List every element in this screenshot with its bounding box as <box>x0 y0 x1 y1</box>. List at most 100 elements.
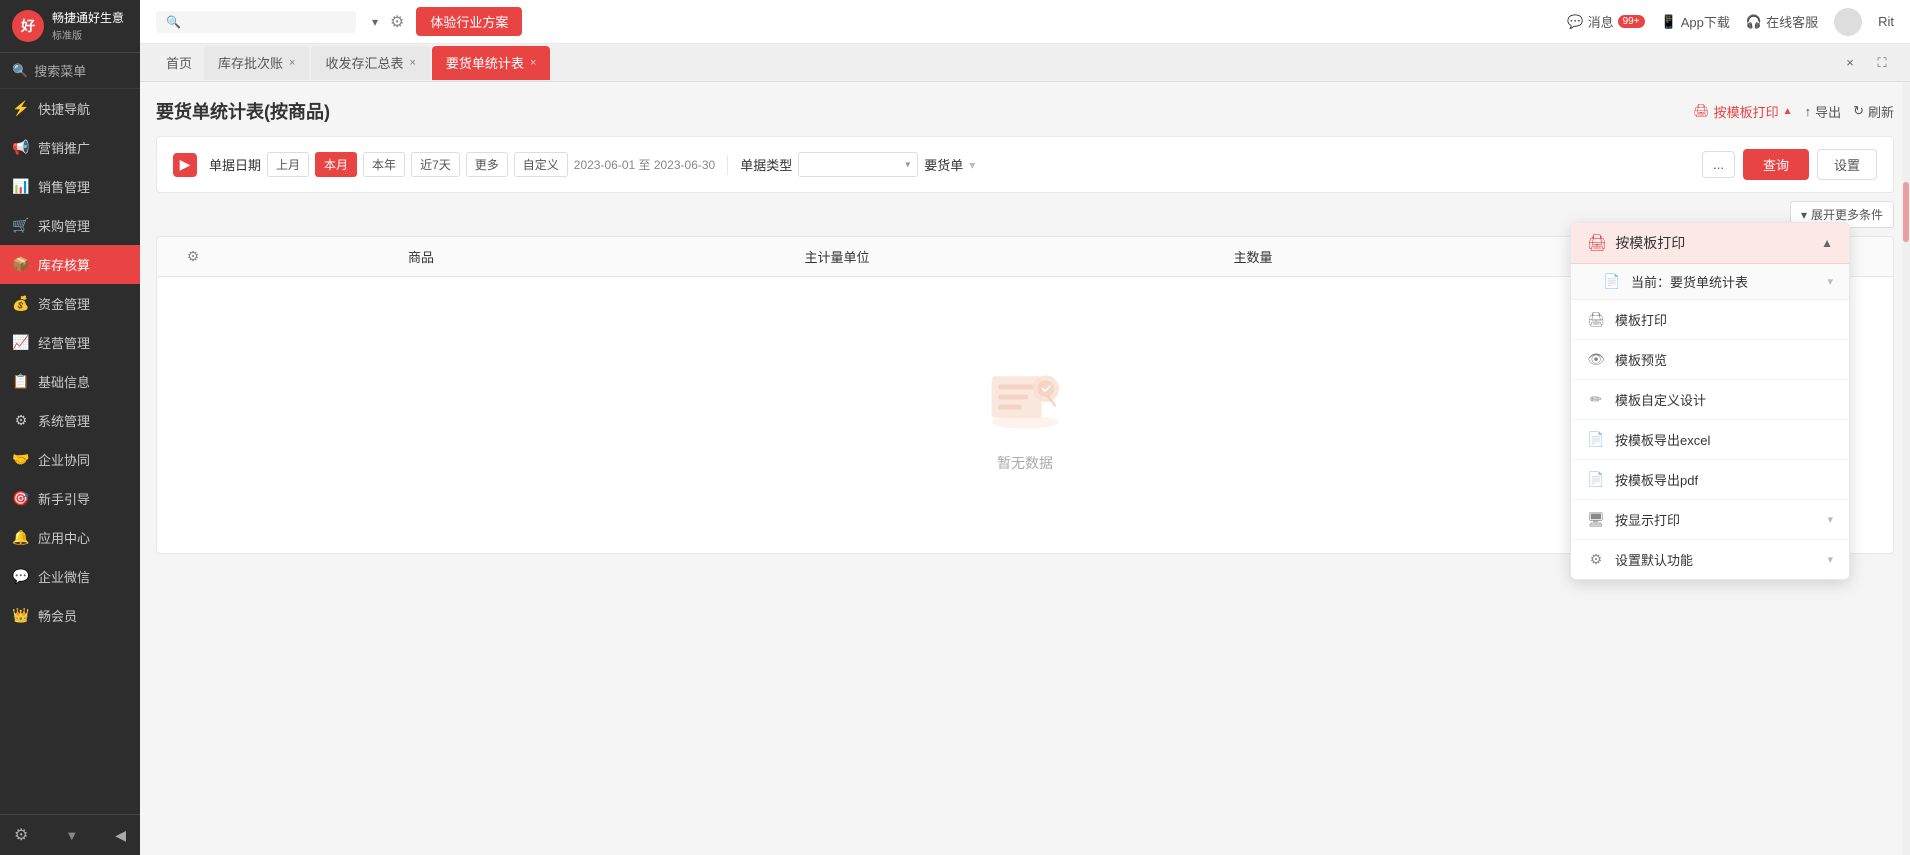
chevron-up-icon: ▲ <box>1783 106 1793 117</box>
app-version: 标准版 <box>52 27 124 42</box>
empty-text: 暂无数据 <box>997 453 1053 473</box>
template-print-label: 按模板打印 <box>1714 102 1779 121</box>
table-column-settings-icon[interactable]: ⚙ <box>183 244 204 268</box>
date-range-display: 2023-06-01 至 2023-06-30 <box>574 156 715 173</box>
sidebar-settings-icon[interactable]: ⚙ <box>14 825 28 845</box>
tab-close-icon[interactable]: × <box>289 57 295 69</box>
inventory-icon: 📦 <box>12 256 30 274</box>
dropdown-item-label: 按显示打印 <box>1615 510 1680 529</box>
date-btn-last-month[interactable]: 上月 <box>267 152 309 177</box>
sidebar-item-label: 企业协同 <box>38 450 90 469</box>
dropdown-item-set-default[interactable]: ⚙ 设置默认功能 ▾ <box>1571 540 1849 579</box>
template-print-dropdown: 🖨 按模板打印 ▲ 📄 当前：要货单统计表 ▾ 🖨 模板打印 👁 模板预览 ✏ … <box>1570 222 1850 580</box>
export-button[interactable]: ↑ 导出 <box>1805 102 1842 121</box>
right-scrollbar[interactable] <box>1902 82 1910 855</box>
sidebar-item-purchase[interactable]: 🛒 采购管理 <box>0 206 140 245</box>
sidebar-item-quick-nav[interactable]: ⚡ 快捷导航 <box>0 89 140 128</box>
system-icon: ⚙ <box>12 412 30 430</box>
date-btn-current-year[interactable]: 本年 <box>363 152 405 177</box>
dropdown-item-export-excel[interactable]: 📄 按模板导出excel <box>1571 420 1849 460</box>
tab-close-icon[interactable]: × <box>409 57 415 69</box>
wechat-icon: 💬 <box>12 568 30 586</box>
tab-inventory-batch[interactable]: 库存批次账 × <box>204 46 309 80</box>
sidebar-item-guide[interactable]: 🎯 新手引导 <box>0 479 140 518</box>
date-btn-more[interactable]: 更多 <box>466 152 508 177</box>
tab-close-all-icon[interactable]: × <box>1838 51 1862 75</box>
tab-label: 要货单统计表 <box>446 53 524 72</box>
topbar-right: 💬 消息 99+ 📱 App下载 🎧 在线客服 Rit <box>1567 8 1894 36</box>
dropdown-item-printer-icon: 🖨 <box>1587 311 1605 328</box>
tab-receipt-summary[interactable]: 收发存汇总表 × <box>311 46 429 80</box>
user-name[interactable]: Rit <box>1878 14 1894 29</box>
sidebar-item-inventory[interactable]: 📦 库存核算 <box>0 245 140 284</box>
sidebar-item-operation[interactable]: 📈 经营管理 <box>0 323 140 362</box>
dropdown-item-display-print[interactable]: 🖥 按显示打印 ▾ <box>1571 500 1849 540</box>
dropdown-item-label: 设置默认功能 <box>1615 550 1693 569</box>
topbar-dropdown[interactable]: ▾ <box>368 15 378 29</box>
app-download-label: App下载 <box>1681 12 1730 31</box>
appstore-icon: 🔔 <box>12 529 30 547</box>
template-print-button[interactable]: 🖨 按模板打印 ▲ <box>1693 102 1792 121</box>
date-btn-current-month[interactable]: 本月 <box>315 152 357 177</box>
dropdown-printer-icon: 🖨 <box>1587 233 1607 253</box>
sidebar-scroll-down-icon: ▼ <box>65 828 78 843</box>
online-service-button[interactable]: 🎧 在线客服 <box>1746 12 1818 31</box>
settings-button[interactable]: 设置 <box>1817 149 1877 180</box>
more-options-button[interactable]: ... <box>1702 151 1735 178</box>
dropdown-header[interactable]: 🖨 按模板打印 ▲ <box>1571 223 1849 264</box>
sidebar-collapse-icon[interactable]: ◀ <box>115 827 126 844</box>
quick-nav-icon: ⚡ <box>12 100 30 118</box>
app-download-button[interactable]: 📱 App下载 <box>1661 12 1730 31</box>
dropdown-item-template-preview[interactable]: 👁 模板预览 <box>1571 340 1849 380</box>
dropdown-current-item[interactable]: 📄 当前：要货单统计表 ▾ <box>1571 264 1849 300</box>
dropdown-item-template-print[interactable]: 🖨 模板打印 <box>1571 300 1849 340</box>
filter-date-group: 单据日期 上月 本月 本年 近7天 更多 自定义 2023-06-01 至 20… <box>209 152 715 177</box>
sidebar-item-label: 新手引导 <box>38 489 90 508</box>
page-header: 要货单统计表(按商品) 🖨 按模板打印 ▲ ↑ 导出 ↻ 刷新 <box>156 98 1894 124</box>
sidebar-search-item[interactable]: 🔍 搜索菜单 <box>0 53 140 89</box>
sidebar-logo: 好 畅捷通好生意 标准版 <box>0 0 140 53</box>
sidebar-item-sales[interactable]: 📊 销售管理 <box>0 167 140 206</box>
operation-icon: 📈 <box>12 334 30 352</box>
tab-fullscreen-icon[interactable]: ⛶ <box>1870 51 1894 75</box>
refresh-button[interactable]: ↻ 刷新 <box>1853 102 1894 121</box>
topbar-search-input[interactable] <box>187 15 327 29</box>
sidebar-item-finance[interactable]: 💰 资金管理 <box>0 284 140 323</box>
tab-order-stats[interactable]: 要货单统计表 × <box>432 46 550 80</box>
filter-right-actions: ... 查询 设置 <box>1702 149 1877 180</box>
dropdown-item-design-icon: ✏ <box>1587 391 1605 408</box>
dropdown-chevron-icon: ▾ <box>372 15 378 29</box>
filter-expand-button[interactable]: ▶ <box>173 153 197 177</box>
sidebar-item-member[interactable]: 👑 畅会员 <box>0 596 140 635</box>
query-button[interactable]: 查询 <box>1743 149 1809 180</box>
date-btn-custom[interactable]: 自定义 <box>514 152 568 177</box>
export-label: 导出 <box>1815 102 1841 121</box>
tab-label: 收发存汇总表 <box>325 53 403 72</box>
sidebar-item-wechat[interactable]: 💬 企业微信 <box>0 557 140 596</box>
sidebar-item-appstore[interactable]: 🔔 应用中心 <box>0 518 140 557</box>
tab-close-icon[interactable]: × <box>530 57 536 69</box>
dropdown-item-export-pdf[interactable]: 📄 按模板导出pdf <box>1571 460 1849 500</box>
sidebar-item-label: 营销推广 <box>38 138 90 157</box>
sidebar-item-basic[interactable]: 📋 基础信息 <box>0 362 140 401</box>
sidebar-item-marketing[interactable]: 📢 营销推广 <box>0 128 140 167</box>
logo-text-block: 畅捷通好生意 标准版 <box>52 10 124 42</box>
trial-button[interactable]: 体验行业方案 <box>416 7 522 36</box>
dropdown-item-pdf-icon: 📄 <box>1587 471 1605 488</box>
topbar-gear-icon[interactable]: ⚙ <box>390 12 404 32</box>
date-btn-last-7-days[interactable]: 近7天 <box>411 152 460 177</box>
user-avatar[interactable] <box>1834 8 1862 36</box>
tab-home[interactable]: 首页 <box>156 47 202 78</box>
th-goods: 商品 <box>213 237 629 276</box>
type-label: 单据类型 <box>740 155 792 174</box>
search-icon: 🔍 <box>12 63 28 79</box>
sidebar-footer: ⚙ ▼ ◀ <box>0 814 140 855</box>
sidebar-item-system[interactable]: ⚙ 系统管理 <box>0 401 140 440</box>
messages-button[interactable]: 💬 消息 99+ <box>1567 12 1644 31</box>
dropdown-current-label: 当前：要货单统计表 <box>1631 272 1748 291</box>
dropdown-item-template-custom-design[interactable]: ✏ 模板自定义设计 <box>1571 380 1849 420</box>
filter-type-select[interactable] <box>798 152 918 177</box>
dropdown-header-label: 按模板打印 <box>1615 233 1685 253</box>
filter-type-select-wrap <box>798 152 918 177</box>
sidebar-item-enterprise[interactable]: 🤝 企业协同 <box>0 440 140 479</box>
